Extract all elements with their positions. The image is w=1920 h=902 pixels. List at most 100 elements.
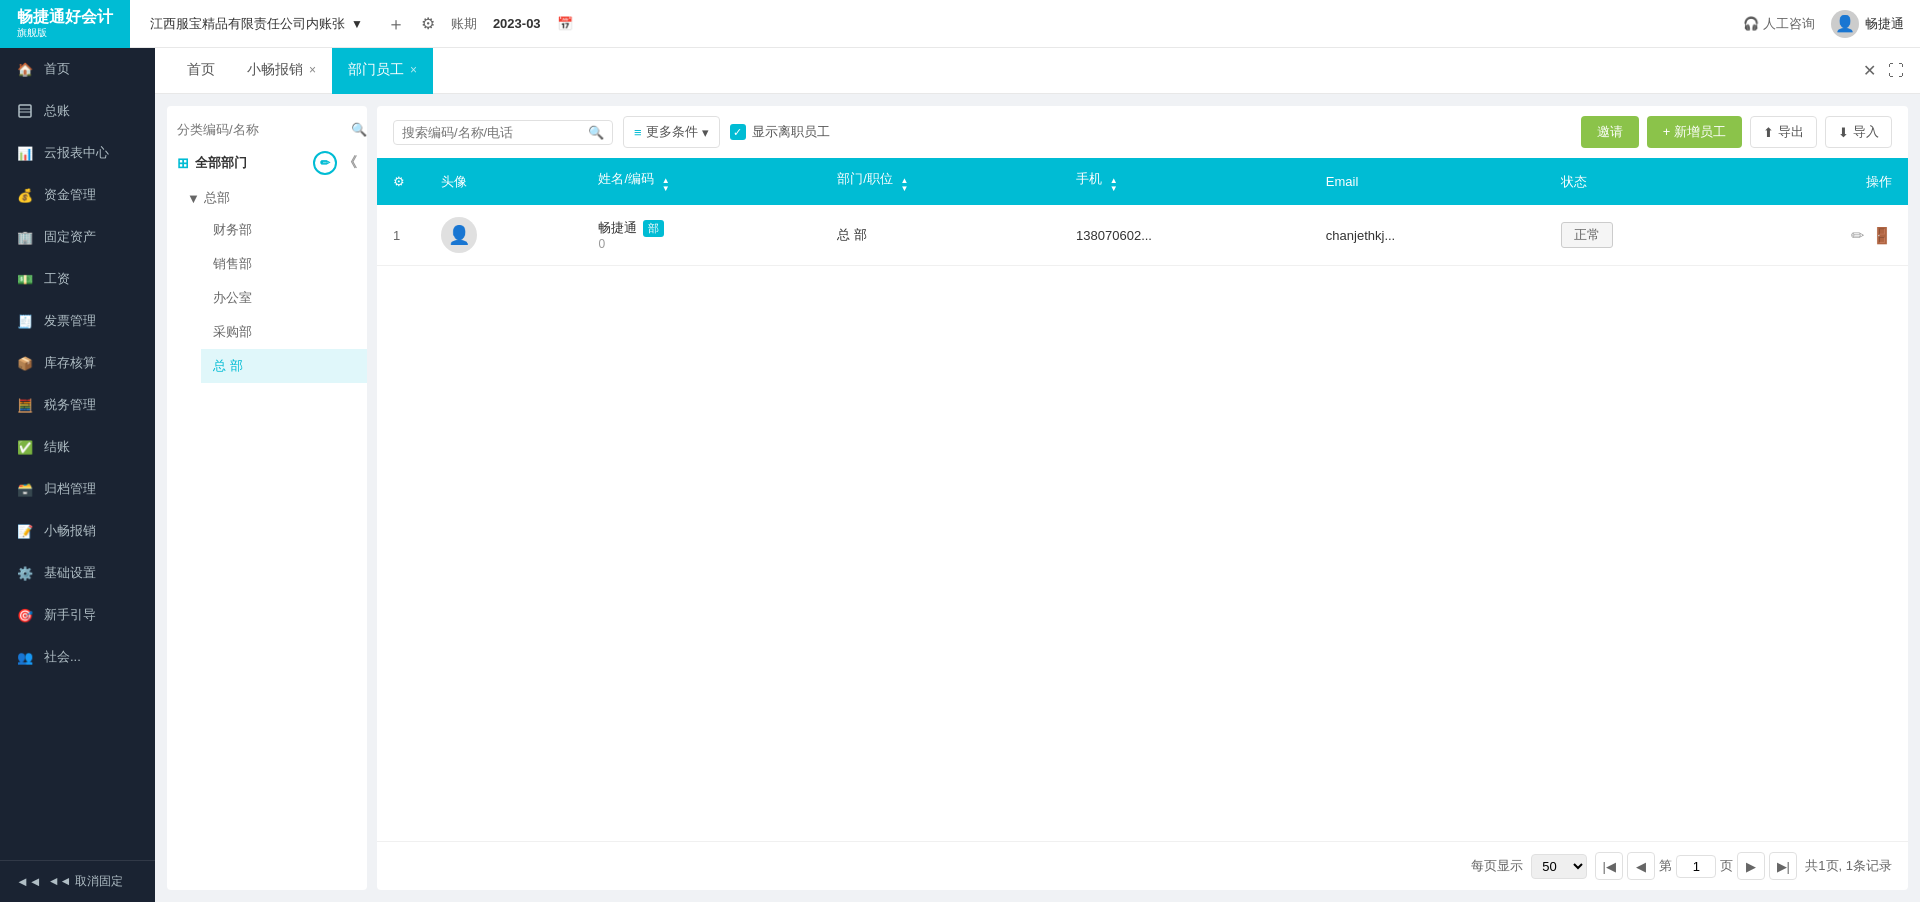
dept-all-label[interactable]: 全部部门	[195, 154, 247, 172]
tab-expense[interactable]: 小畅报销 ×	[231, 48, 332, 94]
delete-icon[interactable]: 🚪	[1872, 226, 1892, 245]
page-input-wrap: 第 页	[1659, 855, 1733, 878]
sidebar-unpin-button[interactable]: ◄◄ ◄◄ 取消固定	[0, 860, 155, 902]
search-icon[interactable]: 🔍	[588, 125, 604, 140]
sidebar-label-social: 社会...	[44, 648, 81, 666]
export-button[interactable]: ⬆ 导出	[1750, 116, 1817, 148]
page-first-button[interactable]: |◀	[1595, 852, 1623, 880]
dept-grid-icon: ⊞	[177, 155, 189, 171]
chevron-down-icon: ▼	[351, 17, 363, 31]
page-last-button[interactable]: ▶|	[1769, 852, 1797, 880]
top-bar-right: 🎧 人工咨询 👤 畅捷通	[1743, 10, 1904, 38]
show-resign-checkbox[interactable]: ✓	[730, 124, 746, 140]
employee-search-input[interactable]	[402, 125, 582, 140]
tab-expense-close[interactable]: ×	[309, 63, 316, 77]
sidebar-item-archive[interactable]: 🗃️ 归档管理	[0, 468, 155, 510]
more-filter-button[interactable]: ≡ 更多条件 ▾	[623, 116, 720, 148]
company-selector[interactable]: 江西服宝精品有限责任公司内账张 ▼	[142, 11, 371, 37]
sidebar-item-checkout[interactable]: ✅ 结账	[0, 426, 155, 468]
sidebar-item-reports[interactable]: 📊 云报表中心	[0, 132, 155, 174]
dept-search-icon[interactable]: 🔍	[351, 122, 367, 137]
sidebar-item-ledger[interactable]: 总账	[0, 90, 155, 132]
top-bar-actions: ＋ ⚙ 账期 2023-03 📅	[387, 12, 573, 36]
avatar-person-icon: 👤	[448, 224, 470, 246]
dept-triangle-icon: ▼	[187, 191, 200, 206]
company-name: 江西服宝精品有限责任公司内账张	[150, 15, 345, 33]
settings-icon[interactable]: ⚙	[421, 14, 435, 33]
dept-node-sales[interactable]: 销售部	[201, 247, 367, 281]
page-input[interactable]	[1676, 855, 1716, 878]
sidebar-item-assets[interactable]: 🏢 固定资产	[0, 216, 155, 258]
dept-node-purchase[interactable]: 采购部	[201, 315, 367, 349]
headset-icon: 🎧	[1743, 16, 1759, 31]
logo-sub-text: 旗舰版	[17, 26, 113, 40]
dept-search-input[interactable]	[177, 122, 345, 137]
row-name-code: 畅捷通 部 0	[582, 205, 821, 266]
dept-panel: 🔍 ⊞ 全部部门 ✏ 《 ▼ 总部	[167, 106, 367, 890]
unpin-label: ◄◄ 取消固定	[48, 873, 123, 890]
dept-node-finance[interactable]: 财务部	[201, 213, 367, 247]
sidebar-label-checkout: 结账	[44, 438, 70, 456]
avatar-circle: 👤	[441, 217, 477, 253]
invite-button[interactable]: 邀请	[1581, 116, 1639, 148]
service-button[interactable]: 🎧 人工咨询	[1743, 15, 1815, 33]
calendar-icon[interactable]: 📅	[557, 16, 573, 31]
tab-home[interactable]: 首页	[171, 48, 231, 94]
col-name-code[interactable]: 姓名/编码 ▲▼	[582, 158, 821, 205]
filter-label: 更多条件	[646, 123, 698, 141]
two-panel: 🔍 ⊞ 全部部门 ✏ 《 ▼ 总部	[167, 106, 1908, 890]
col-dept-label: 部门/职位	[837, 171, 893, 186]
sidebar-item-settings[interactable]: ⚙️ 基础设置	[0, 552, 155, 594]
employee-name: 畅捷通	[598, 219, 637, 237]
add-tab-button[interactable]: ＋	[387, 12, 405, 36]
employee-code: 0	[598, 237, 805, 251]
col-dept-position[interactable]: 部门/职位 ▲▼	[821, 158, 1060, 205]
sidebar-label-invoice: 发票管理	[44, 312, 96, 330]
sidebar-item-finance[interactable]: 💰 资金管理	[0, 174, 155, 216]
sidebar-item-tax[interactable]: 🧮 税务管理	[0, 384, 155, 426]
sidebar-label-salary: 工资	[44, 270, 70, 288]
edit-icon[interactable]: ✏	[1851, 226, 1864, 245]
inventory-icon: 📦	[16, 354, 34, 372]
sidebar-label-finance: 资金管理	[44, 186, 96, 204]
sidebar-item-expense[interactable]: 📝 小畅报销	[0, 510, 155, 552]
tab-employees-close[interactable]: ×	[410, 63, 417, 77]
show-resign-label: 显示离职员工	[752, 123, 830, 141]
user-info[interactable]: 👤 畅捷通	[1831, 10, 1904, 38]
col-settings[interactable]: ⚙	[377, 158, 425, 205]
service-label: 人工咨询	[1763, 15, 1815, 33]
dept-all-header: ⊞ 全部部门 ✏ 《	[167, 143, 367, 183]
table-body: 1 👤 畅捷通	[377, 205, 1908, 266]
action-btns: ✏ 🚪	[1755, 226, 1892, 245]
tab-employees[interactable]: 部门员工 ×	[332, 48, 433, 94]
sidebar-label-tax: 税务管理	[44, 396, 96, 414]
col-phone[interactable]: 手机 ▲▼	[1060, 158, 1310, 205]
sidebar-item-social[interactable]: 👥 社会...	[0, 636, 155, 678]
table-header: ⚙ 头像 姓名/编码 ▲▼ 部门/职位 ▲▼	[377, 158, 1908, 205]
sidebar-item-salary[interactable]: 💵 工资	[0, 258, 155, 300]
filter-icon: ≡	[634, 125, 642, 140]
add-employee-button[interactable]: + 新增员工	[1647, 116, 1742, 148]
name-wrap: 畅捷通 部	[598, 219, 805, 237]
sidebar-item-guide[interactable]: 🎯 新手引导	[0, 594, 155, 636]
sidebar-label-expense: 小畅报销	[44, 522, 96, 540]
import-button[interactable]: ⬇ 导入	[1825, 116, 1892, 148]
dept-collapse-icon[interactable]: 《	[343, 154, 357, 172]
close-tab-button[interactable]: ✕	[1863, 61, 1876, 80]
social-icon: 👥	[16, 648, 34, 666]
dept-node-office[interactable]: 办公室	[201, 281, 367, 315]
page-prev-button[interactable]: ◀	[1627, 852, 1655, 880]
main-panel: 🔍 ≡ 更多条件 ▾ ✓ 显示离职员工	[377, 106, 1908, 890]
sidebar-item-home[interactable]: 🏠 首页	[0, 48, 155, 90]
dept-node-general[interactable]: 总 部	[201, 349, 367, 383]
dept-edit-button[interactable]: ✏	[313, 151, 337, 175]
pagination-bar: 每页显示 50 100 200 |◀ ◀ 第	[377, 841, 1908, 890]
assets-icon: 🏢	[16, 228, 34, 246]
sidebar-item-inventory[interactable]: 📦 库存核算	[0, 342, 155, 384]
expand-tab-button[interactable]: ⛶	[1888, 62, 1904, 80]
dept-root-label: 总部	[204, 189, 230, 207]
per-page-select[interactable]: 50 100 200	[1531, 854, 1587, 879]
settings-side-icon: ⚙️	[16, 564, 34, 582]
page-next-button[interactable]: ▶	[1737, 852, 1765, 880]
sidebar-item-invoice[interactable]: 🧾 发票管理	[0, 300, 155, 342]
